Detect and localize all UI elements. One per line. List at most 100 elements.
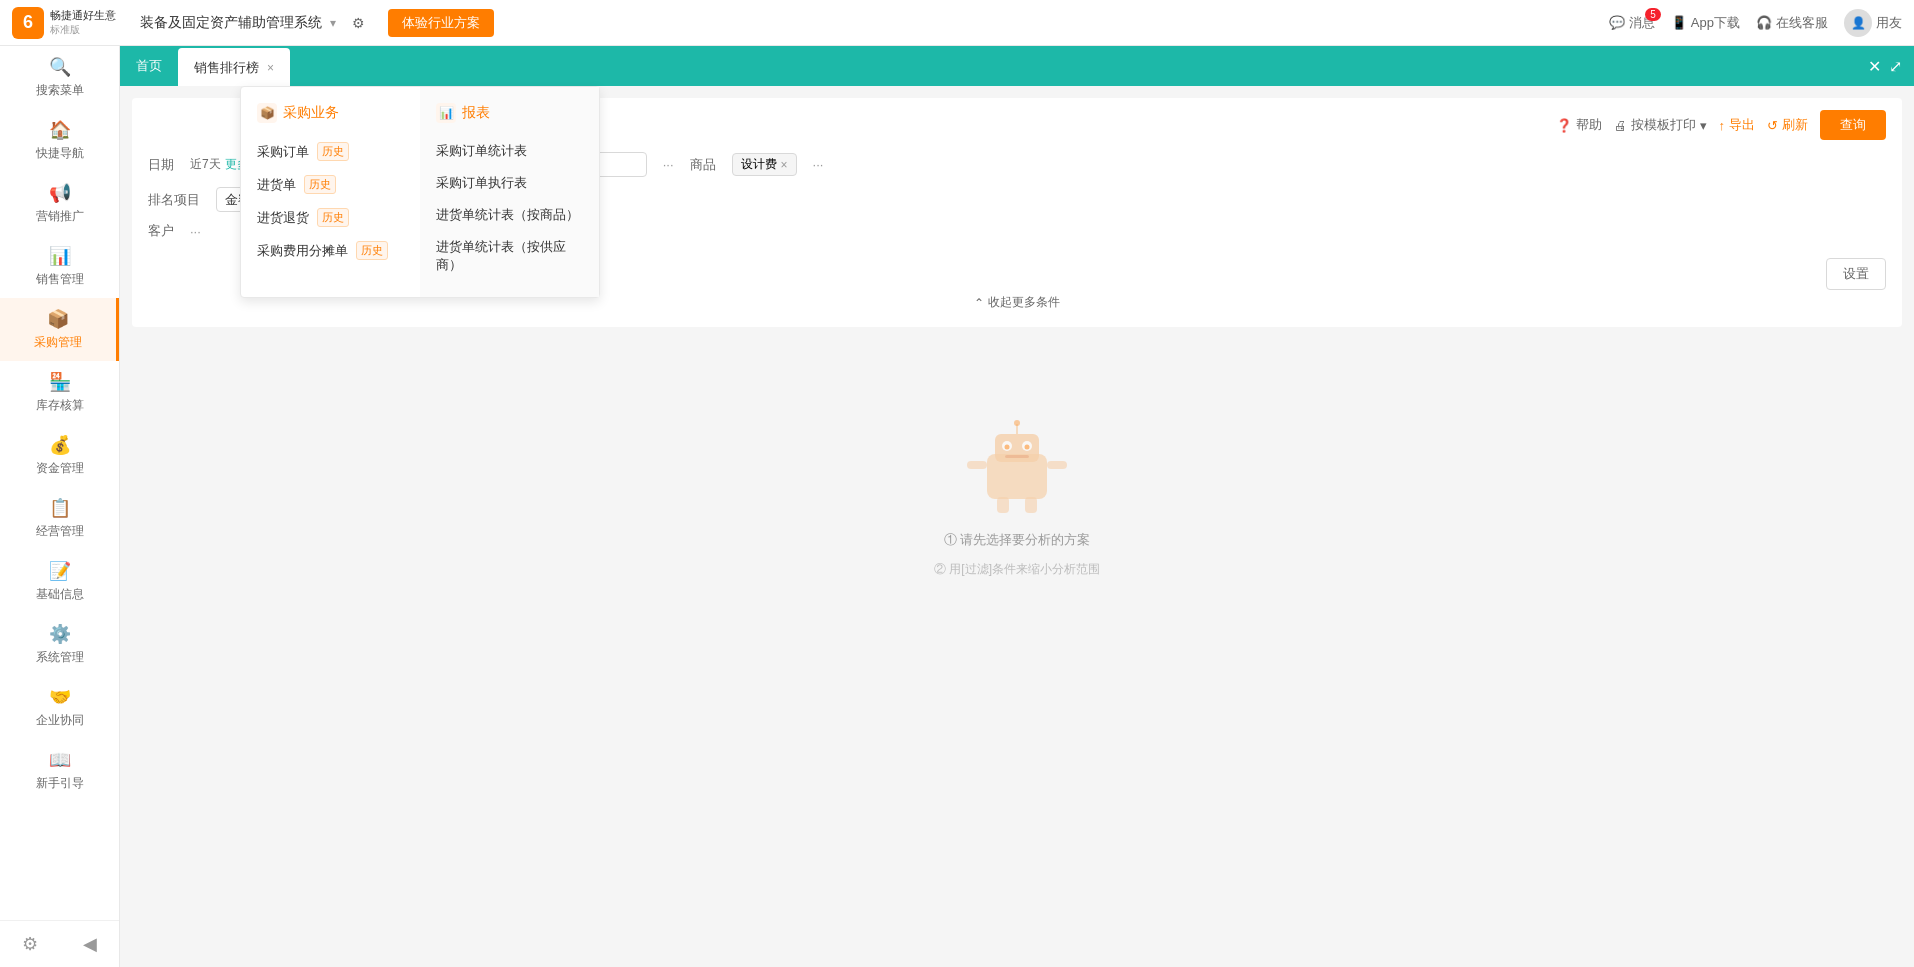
menu-item-instock-by-goods[interactable]: 进货单统计表（按商品） [436, 199, 583, 231]
report-menu-title: 📊 报表 [436, 103, 583, 123]
purchase-menu-title: 📦 采购业务 [257, 103, 404, 123]
print-arrow-icon: ▾ [1700, 118, 1707, 133]
main-layout: 🔍 搜索菜单 🏠 快捷导航 📢 营销推广 📊 销售管理 📦 采购管理 🏪 库存核… [0, 46, 1914, 967]
search-icon: 🔍 [49, 56, 71, 78]
history-tag-1[interactable]: 历史 [317, 142, 349, 161]
message-badge: 5 [1645, 8, 1661, 21]
svg-point-5 [1025, 445, 1030, 450]
empty-text-1: ① 请先选择要分析的方案 [944, 531, 1091, 549]
megaphone-icon: 📢 [49, 182, 71, 204]
tab-bar: 首页 销售排行榜 × ✕ ⤢ [120, 46, 1914, 86]
purchase-icon: 📦 [257, 103, 277, 123]
menu-item-expense[interactable]: 采购费用分摊单 历史 [257, 234, 404, 267]
note-icon: 📝 [49, 560, 71, 582]
rank-label: 排名项目 [148, 191, 200, 209]
phone-icon: 📱 [1671, 15, 1687, 30]
help-button[interactable]: ❓ 帮助 [1556, 116, 1602, 134]
sidebar-item-guide[interactable]: 📖 新手引导 [0, 739, 119, 802]
dropdown-menu: 📦 采购业务 采购订单 历史 进货单 历史 进货退货 [240, 86, 600, 298]
money-icon: 💰 [49, 434, 71, 456]
export-button[interactable]: ↑ 导出 [1719, 116, 1756, 134]
headset-icon: 🎧 [1756, 15, 1772, 30]
svg-rect-9 [997, 497, 1009, 513]
collapse-up-icon: ⌃ [974, 296, 984, 310]
date-range-hint: 近7天 [190, 156, 221, 173]
empty-illustration [957, 419, 1077, 519]
sidebar-item-purchase[interactable]: 📦 采购管理 [0, 298, 119, 361]
logo-text: 畅捷通好生意 [50, 8, 116, 22]
gear-sidebar-icon: ⚙️ [49, 623, 71, 645]
logo-area: 6 畅捷通好生意 标准版 [12, 7, 132, 39]
top-bar: 6 畅捷通好生意 标准版 装备及固定资产辅助管理系统 ▾ ⚙ 体验行业方案 💬 … [0, 0, 1914, 46]
tab-bar-right: ✕ ⤢ [1868, 57, 1914, 76]
svg-point-4 [1005, 445, 1010, 450]
history-tag-4[interactable]: 历史 [356, 241, 388, 260]
svg-rect-7 [967, 461, 987, 469]
purchase-menu-col: 📦 采购业务 采购订单 历史 进货单 历史 进货退货 [241, 87, 420, 297]
sidebar-item-basic-info[interactable]: 📝 基础信息 [0, 550, 119, 613]
sidebar-item-quick-nav[interactable]: 🏠 快捷导航 [0, 109, 119, 172]
customer-dots[interactable]: ··· [190, 224, 201, 239]
sidebar-item-sales[interactable]: 📊 销售管理 [0, 235, 119, 298]
sidebar-item-search[interactable]: 🔍 搜索菜单 [0, 46, 119, 109]
user-menu[interactable]: 👤 用友 [1844, 9, 1902, 37]
tab-home[interactable]: 首页 [120, 46, 178, 86]
tab-sales-ranking[interactable]: 销售排行榜 × [178, 48, 290, 88]
top-bar-right: 💬 消息 5 📱 App下载 🎧 在线客服 👤 用友 [1609, 9, 1902, 37]
content-area: 首页 销售排行榜 × ✕ ⤢ ❓ 帮助 [120, 46, 1914, 967]
menu-item-return[interactable]: 进货退货 历史 [257, 201, 404, 234]
logo-badge: 标准版 [50, 23, 116, 37]
store-icon: 🏪 [49, 371, 71, 393]
user-icon: 👤 [1851, 16, 1866, 30]
history-tag-2[interactable]: 历史 [304, 175, 336, 194]
message-icon: 💬 [1609, 15, 1625, 30]
menu-item-order-stat[interactable]: 采购订单统计表 [436, 135, 583, 167]
online-service-button[interactable]: 🎧 在线客服 [1756, 14, 1828, 32]
svg-rect-6 [1005, 455, 1029, 458]
sidebar-settings-button[interactable]: ⚙ [22, 933, 38, 955]
empty-state: ① 请先选择要分析的方案 ② 用[过滤]条件来缩小分析范围 [132, 339, 1902, 658]
message-button[interactable]: 💬 消息 5 [1609, 14, 1655, 32]
sidebar-item-inventory[interactable]: 🏪 库存核算 [0, 361, 119, 424]
date-label: 日期 [148, 156, 174, 174]
status-more-dots[interactable]: ··· [663, 157, 674, 172]
sidebar: 🔍 搜索菜单 🏠 快捷导航 📢 营销推广 📊 销售管理 📦 采购管理 🏪 库存核… [0, 46, 120, 967]
tab-close-all-icon[interactable]: ✕ [1868, 57, 1881, 76]
query-button[interactable]: 查询 [1820, 110, 1886, 140]
box-icon: 📦 [47, 308, 69, 330]
refresh-button[interactable]: ↺ 刷新 [1767, 116, 1808, 134]
menu-item-instock-by-supplier[interactable]: 进货单统计表（按供应商） [436, 231, 583, 281]
customer-label: 客户 [148, 222, 174, 240]
goods-tag: 设计费 × [732, 153, 797, 176]
sidebar-collapse-button[interactable]: ◀ [83, 933, 97, 955]
export-icon: ↑ [1719, 118, 1726, 133]
robot-svg-icon [957, 419, 1077, 519]
gear-button[interactable]: ⚙ [344, 9, 372, 37]
sidebar-item-capital[interactable]: 💰 资金管理 [0, 424, 119, 487]
history-tag-3[interactable]: 历史 [317, 208, 349, 227]
report-menu-col: 📊 报表 采购订单统计表 采购订单执行表 进货单统计表（按商品） [420, 87, 599, 297]
print-button[interactable]: 🖨 按模板打印 ▾ [1614, 116, 1707, 134]
title-arrow-icon[interactable]: ▾ [330, 16, 336, 30]
sidebar-item-operations[interactable]: 📋 经营管理 [0, 487, 119, 550]
menu-item-order-exec[interactable]: 采购订单执行表 [436, 167, 583, 199]
empty-text-2: ② 用[过滤]条件来缩小分析范围 [934, 561, 1100, 578]
goods-more-dots[interactable]: ··· [813, 157, 824, 172]
clipboard-icon: 📋 [49, 497, 71, 519]
sidebar-item-marketing[interactable]: 📢 营销推广 [0, 172, 119, 235]
menu-item-purchase-order[interactable]: 采购订单 历史 [257, 135, 404, 168]
sidebar-bottom: ⚙ ◀ [0, 920, 119, 967]
logo-icon: 6 [12, 7, 44, 39]
goods-tag-close[interactable]: × [781, 158, 788, 172]
home-icon: 🏠 [49, 119, 71, 141]
setting-button[interactable]: 设置 [1826, 258, 1886, 290]
report-icon: 📊 [436, 103, 456, 123]
help-icon: ❓ [1556, 118, 1572, 133]
menu-item-instock[interactable]: 进货单 历史 [257, 168, 404, 201]
trial-button[interactable]: 体验行业方案 [388, 9, 494, 37]
tab-close-icon[interactable]: × [267, 61, 274, 75]
sidebar-item-system[interactable]: ⚙️ 系统管理 [0, 613, 119, 676]
sidebar-item-enterprise[interactable]: 🤝 企业协同 [0, 676, 119, 739]
app-download-button[interactable]: 📱 App下载 [1671, 14, 1740, 32]
tab-maximize-icon[interactable]: ⤢ [1889, 57, 1902, 76]
